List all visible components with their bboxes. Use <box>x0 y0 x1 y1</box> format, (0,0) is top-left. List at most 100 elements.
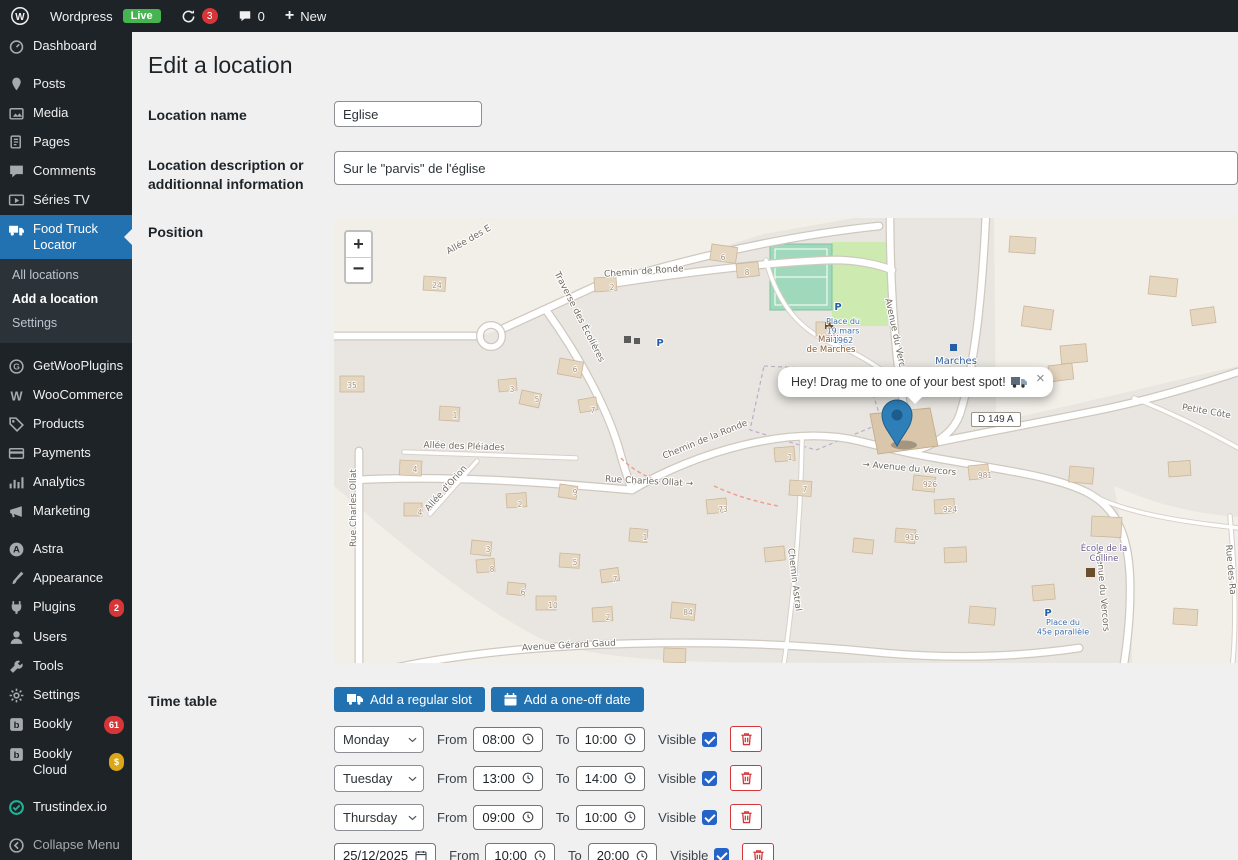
sidebar-item-dashboard[interactable]: Dashboard <box>0 32 132 61</box>
to-time-input[interactable]: 10:00 <box>576 805 646 830</box>
park-area <box>832 242 888 326</box>
sidebar-item-bookly[interactable]: bBookly61 <box>0 710 132 740</box>
sidebar-item-getwooplugins[interactable]: GGetWooPlugins <box>0 352 132 381</box>
add-oneoff-date-button[interactable]: Add a one-off date <box>491 687 644 712</box>
site-name: Wordpress <box>50 9 113 24</box>
house-number: 3 <box>510 385 515 394</box>
from-time-input[interactable]: 08:00 <box>473 727 543 752</box>
site-menu[interactable]: Wordpress Live <box>40 0 171 32</box>
bookly-icon: b <box>8 716 25 733</box>
timetable-row: ThursdayFrom09:00To10:00Visible <box>334 804 1238 831</box>
posts-icon <box>8 76 25 93</box>
from-label: From <box>437 810 467 825</box>
visible-checkbox[interactable] <box>702 810 717 825</box>
sidebar-item-media[interactable]: Media <box>0 99 132 128</box>
house-number: 2 <box>518 500 523 509</box>
delete-row-button[interactable] <box>730 726 762 752</box>
date-input[interactable]: 25/12/2025 <box>334 843 436 860</box>
wordpress-icon: W <box>10 6 30 26</box>
to-time-input[interactable]: 20:00 <box>588 843 658 860</box>
library-icon <box>1086 568 1095 577</box>
zoom-control: + − <box>344 230 373 284</box>
sidebar-item-bookly-cloud[interactable]: bBookly Cloud$ <box>0 740 132 784</box>
house-number: 9 <box>573 488 578 497</box>
house-number: 1 <box>453 411 458 420</box>
house-number: 6 <box>521 588 526 597</box>
to-label: To <box>556 732 570 747</box>
svg-text:b: b <box>14 750 20 761</box>
pages-icon <box>8 134 25 151</box>
trash-icon <box>740 771 753 785</box>
from-time-input[interactable]: 10:00 <box>485 843 555 860</box>
map[interactable]: 6824263535174294385711062847371926924916… <box>334 218 1238 663</box>
day-select[interactable]: Tuesday <box>334 765 424 792</box>
from-time-input[interactable]: 09:00 <box>473 805 543 830</box>
day-select[interactable]: Monday <box>334 726 424 753</box>
sidebar-item-astra[interactable]: AAstra <box>0 535 132 564</box>
sidebar-item-marketing[interactable]: Marketing <box>0 497 132 526</box>
to-time-input[interactable]: 14:00 <box>576 766 646 791</box>
delete-row-button[interactable] <box>730 765 762 791</box>
description-label: Location description or additionnal info… <box>148 151 334 194</box>
woocommerce-icon: W <box>8 387 25 404</box>
sidebar-item-trustindex[interactable]: Trustindex.io <box>0 793 132 822</box>
sidebar: Dashboard PostsMediaPagesCommentsSéries T… <box>0 32 132 860</box>
add-regular-slot-button[interactable]: Add a regular slot <box>334 687 485 712</box>
from-time-input[interactable]: 13:00 <box>473 766 543 791</box>
comments-menu[interactable]: 0 <box>228 0 275 32</box>
popup-close-button[interactable]: × <box>1036 371 1045 386</box>
sidebar-item-food-truck-locator[interactable]: Food Truck Locator <box>0 215 132 259</box>
sidebar-subitem-add-a-location[interactable]: Add a location <box>0 287 132 311</box>
sidebar-item-collapse[interactable]: Collapse Menu <box>0 831 132 860</box>
visible-checkbox[interactable] <box>702 732 717 747</box>
description-input[interactable] <box>334 151 1238 185</box>
svg-text:G: G <box>13 362 20 372</box>
house-number: 4 <box>418 508 423 517</box>
sidebar-subitem-settings[interactable]: Settings <box>0 311 132 335</box>
visible-label: Visible <box>658 732 696 747</box>
astra-icon: A <box>8 541 25 558</box>
to-label: To <box>556 810 570 825</box>
sidebar-item-tools[interactable]: Tools <box>0 652 132 681</box>
admin-bar: W Wordpress Live 3 0 + New <box>0 0 1238 32</box>
wp-logo[interactable]: W <box>0 0 40 32</box>
location-name-input[interactable] <box>334 101 482 127</box>
to-time-input[interactable]: 10:00 <box>576 727 646 752</box>
house-number: 35 <box>347 381 357 390</box>
delete-row-button[interactable] <box>730 804 762 830</box>
house-number: 5 <box>535 395 540 404</box>
sidebar-item-products[interactable]: Products <box>0 410 132 439</box>
visible-checkbox[interactable] <box>714 848 729 860</box>
zoom-in-button[interactable]: + <box>346 232 371 257</box>
tools-icon <box>8 658 25 675</box>
delete-row-button[interactable] <box>742 843 774 860</box>
house-number: 24 <box>432 281 442 290</box>
sidebar-item-plugins[interactable]: Plugins2 <box>0 593 132 623</box>
new-menu[interactable]: + New <box>275 0 336 32</box>
sidebar-subitem-all-locations[interactable]: All locations <box>0 263 132 287</box>
day-select[interactable]: Thursday <box>334 804 424 831</box>
sidebar-item-analytics[interactable]: Analytics <box>0 468 132 497</box>
street-label: Rue Charles Ollat <box>349 468 359 546</box>
parking-icon: P <box>834 302 841 313</box>
sidebar-item-comments[interactable]: Comments <box>0 157 132 186</box>
zoom-out-button[interactable]: − <box>346 257 371 282</box>
sidebar-item-pages[interactable]: Pages <box>0 128 132 157</box>
visible-checkbox[interactable] <box>702 771 717 786</box>
svg-text:W: W <box>15 12 25 23</box>
trash-icon <box>740 732 753 746</box>
house-number: 1 <box>643 533 648 542</box>
house-number: 7 <box>803 485 808 494</box>
parking-icon: P <box>1044 608 1051 619</box>
sidebar-item-settings[interactable]: Settings <box>0 681 132 710</box>
updates-menu[interactable]: 3 <box>171 0 228 32</box>
sidebar-item-appearance[interactable]: Appearance <box>0 564 132 593</box>
sidebar-item-woocommerce[interactable]: WWooCommerce <box>0 381 132 410</box>
sidebar-item-payments[interactable]: Payments <box>0 439 132 468</box>
sidebar-item-users[interactable]: Users <box>0 623 132 652</box>
timetable-section: Add a regular slot Add a one-off date Mo… <box>334 687 1238 860</box>
sidebar-item-posts[interactable]: Posts <box>0 70 132 99</box>
house-number: 6 <box>573 365 578 374</box>
sidebar-item-series-tv[interactable]: Séries TV <box>0 186 132 215</box>
page-title: Edit a location <box>148 52 1238 79</box>
